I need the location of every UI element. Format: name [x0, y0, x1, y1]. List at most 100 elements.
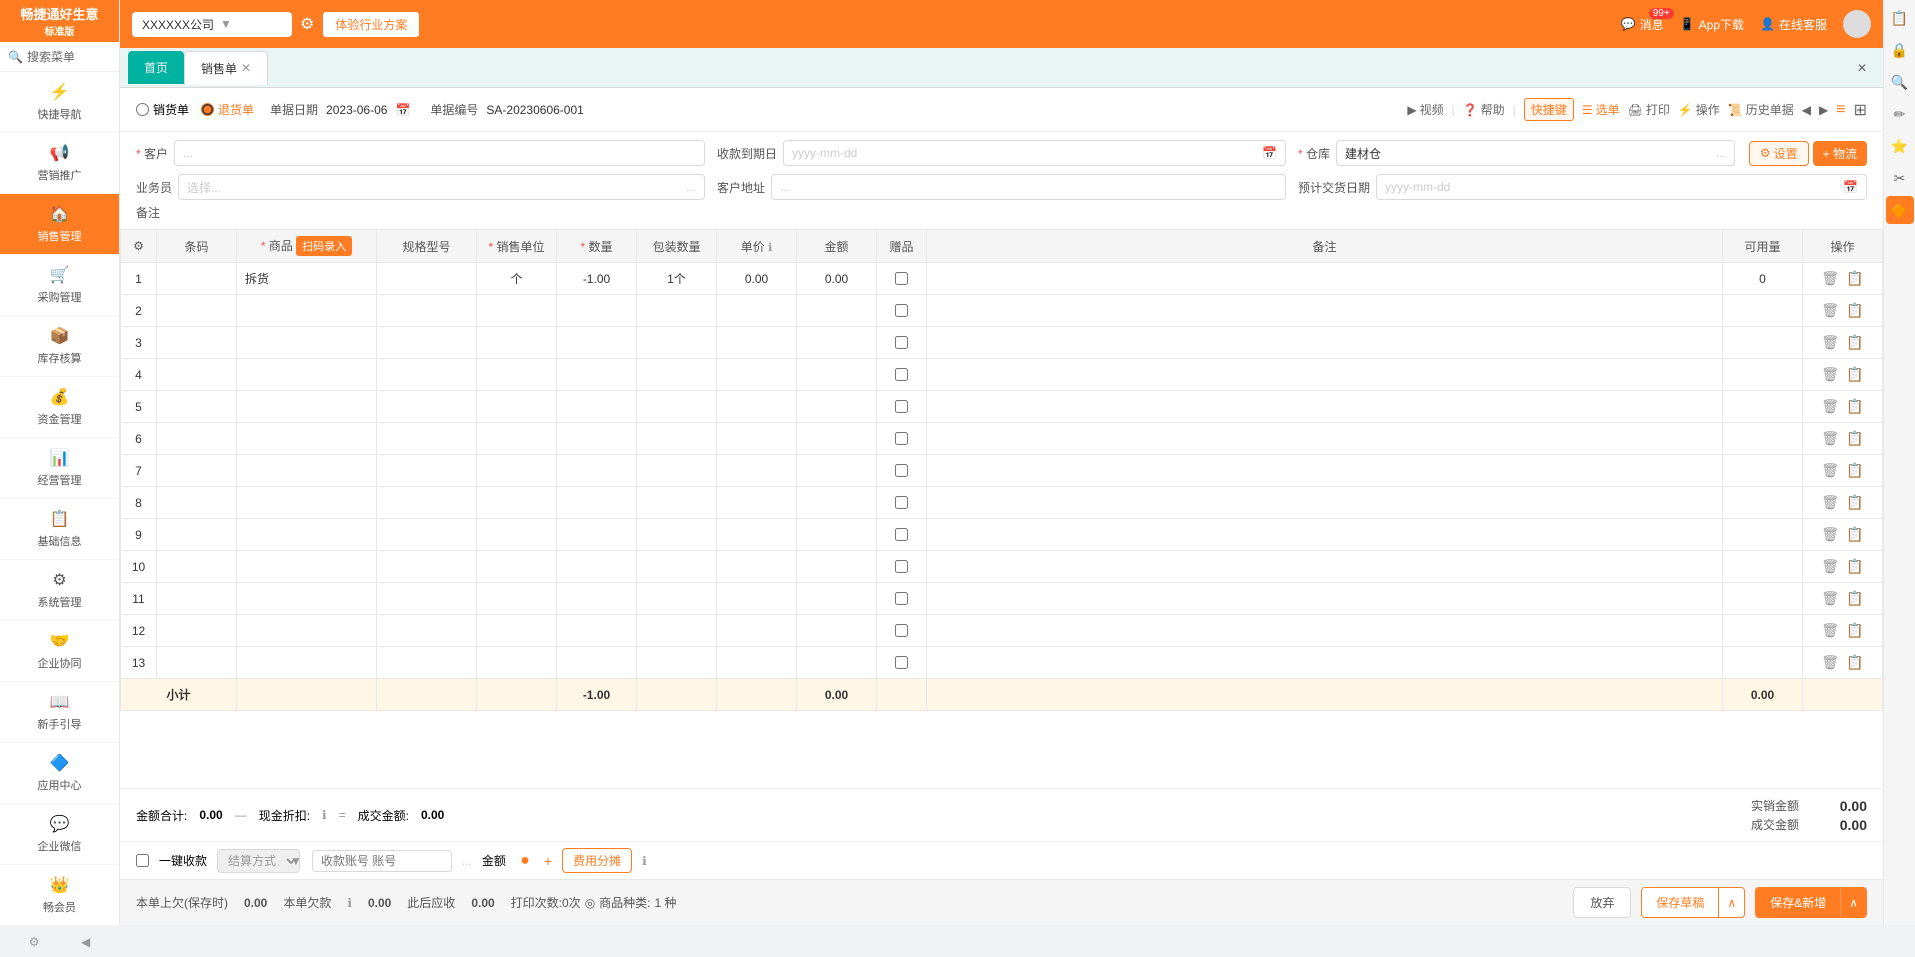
gift-checkbox[interactable] — [895, 272, 908, 285]
rp-btn-3[interactable]: 🔍 — [1886, 68, 1914, 96]
calendar-icon[interactable]: 📅 — [395, 103, 410, 117]
cell-pkg-qty[interactable] — [637, 487, 717, 519]
cell-price[interactable] — [717, 295, 797, 327]
cell-pkg-qty[interactable] — [637, 455, 717, 487]
cell-remark[interactable] — [927, 583, 1723, 615]
sidebar-item-purchase[interactable]: 🛒 采购管理 — [0, 255, 119, 316]
cell-amount[interactable] — [797, 295, 877, 327]
cell-remark[interactable] — [927, 359, 1723, 391]
copy-btn[interactable]: 📋 — [1844, 428, 1865, 449]
cell-qty[interactable] — [557, 519, 637, 551]
delete-btn[interactable]: 🗑 — [1819, 524, 1841, 545]
cell-price[interactable] — [717, 359, 797, 391]
tab-home[interactable]: 首页 — [128, 51, 184, 84]
rp-btn-6[interactable]: ✂ — [1886, 164, 1914, 192]
cell-price[interactable] — [717, 327, 797, 359]
delete-btn[interactable]: 🗑 — [1819, 492, 1841, 513]
copy-btn[interactable]: 📋 — [1844, 652, 1865, 673]
user-avatar[interactable] — [1843, 10, 1871, 38]
copy-btn[interactable]: 📋 — [1844, 332, 1865, 353]
cell-amount[interactable] — [797, 359, 877, 391]
delete-btn[interactable]: 🗑 — [1819, 556, 1841, 577]
radio-return-input[interactable] — [201, 103, 214, 116]
layout1-btn[interactable]: ≡ — [1836, 101, 1845, 119]
salesperson-input[interactable]: 选择... ... — [178, 174, 705, 200]
cell-barcode[interactable] — [157, 359, 237, 391]
cell-unit[interactable] — [477, 295, 557, 327]
cell-spec[interactable] — [377, 583, 477, 615]
sidebar-settings-icon[interactable]: ⚙ — [29, 935, 40, 949]
delete-btn[interactable]: 🗑 — [1819, 588, 1841, 609]
prev-btn[interactable]: ◀ — [1802, 103, 1811, 117]
cell-product[interactable] — [237, 487, 377, 519]
cell-barcode[interactable] — [157, 551, 237, 583]
app-download-btn[interactable]: 📱 App下载 — [1680, 16, 1744, 33]
cell-qty[interactable] — [557, 359, 637, 391]
cell-qty[interactable] — [557, 615, 637, 647]
cell-remark[interactable] — [927, 327, 1723, 359]
cell-barcode[interactable] — [157, 583, 237, 615]
gift-checkbox[interactable] — [895, 304, 908, 317]
gift-checkbox[interactable] — [895, 432, 908, 445]
cell-barcode[interactable] — [157, 391, 237, 423]
cell-amount[interactable] — [797, 647, 877, 679]
cell-price[interactable] — [717, 487, 797, 519]
cell-spec[interactable] — [377, 263, 477, 295]
rp-btn-1[interactable]: 📋 — [1886, 4, 1914, 32]
gift-checkbox[interactable] — [895, 624, 908, 637]
sidebar-item-enterprise[interactable]: 🤝 企业协同 — [0, 621, 119, 682]
cell-unit[interactable] — [477, 487, 557, 519]
cell-qty[interactable] — [557, 327, 637, 359]
sidebar-item-guide[interactable]: 📖 新手引导 — [0, 682, 119, 743]
cell-gift[interactable] — [877, 455, 927, 487]
cell-pkg-qty[interactable] — [637, 519, 717, 551]
delete-btn[interactable]: 🗑 — [1819, 428, 1841, 449]
cell-barcode[interactable] — [157, 455, 237, 487]
cell-product[interactable] — [237, 455, 377, 487]
account-input[interactable] — [312, 850, 452, 872]
cell-barcode[interactable] — [157, 487, 237, 519]
cell-barcode[interactable] — [157, 263, 237, 295]
cell-pkg-qty[interactable] — [637, 423, 717, 455]
date-value[interactable]: 2023-06-06 — [326, 103, 387, 117]
sidebar-item-basics[interactable]: 📋 基础信息 — [0, 499, 119, 560]
sidebar-item-inventory[interactable]: 📦 库存核算 — [0, 316, 119, 377]
warehouse-input[interactable]: 建材仓 ... — [1336, 140, 1735, 166]
cell-unit[interactable] — [477, 615, 557, 647]
cell-barcode[interactable] — [157, 615, 237, 647]
gift-checkbox[interactable] — [895, 496, 908, 509]
cell-unit[interactable] — [477, 647, 557, 679]
cell-remark[interactable] — [927, 295, 1723, 327]
cell-qty[interactable] — [557, 455, 637, 487]
sidebar-collapse-icon[interactable]: ◀ — [81, 935, 90, 949]
copy-btn[interactable]: 📋 — [1844, 396, 1865, 417]
copy-btn[interactable]: 📋 — [1844, 620, 1865, 641]
copy-btn[interactable]: 📋 — [1844, 364, 1865, 385]
cell-remark[interactable] — [927, 423, 1723, 455]
cell-price[interactable] — [717, 583, 797, 615]
draft-dropdown-btn[interactable]: ∧ — [1718, 888, 1744, 917]
sidebar-item-wechat[interactable]: 💬 企业微信 — [0, 804, 119, 865]
cell-qty[interactable] — [557, 551, 637, 583]
cell-unit[interactable] — [477, 519, 557, 551]
help-btn[interactable]: ❓ 帮助 — [1463, 101, 1505, 118]
cell-remark[interactable] — [927, 391, 1723, 423]
cell-spec[interactable] — [377, 487, 477, 519]
next-btn[interactable]: ▶ — [1819, 103, 1828, 117]
cell-unit[interactable] — [477, 327, 557, 359]
cell-gift[interactable] — [877, 551, 927, 583]
cell-product[interactable] — [237, 615, 377, 647]
cell-gift[interactable] — [877, 391, 927, 423]
customer-addr-input[interactable]: ... — [771, 174, 1286, 200]
cell-unit[interactable] — [477, 359, 557, 391]
cell-unit[interactable] — [477, 455, 557, 487]
cell-pkg-qty[interactable] — [637, 327, 717, 359]
sidebar-item-member[interactable]: 👑 畅会员 — [0, 865, 119, 926]
cell-barcode[interactable] — [157, 647, 237, 679]
cell-gift[interactable] — [877, 423, 927, 455]
cell-qty[interactable] — [557, 647, 637, 679]
cell-spec[interactable] — [377, 615, 477, 647]
cell-amount[interactable] — [797, 423, 877, 455]
online-service-btn[interactable]: 👤 在线客服 — [1760, 16, 1827, 33]
message-btn[interactable]: 💬 消息 99+ — [1621, 16, 1664, 33]
